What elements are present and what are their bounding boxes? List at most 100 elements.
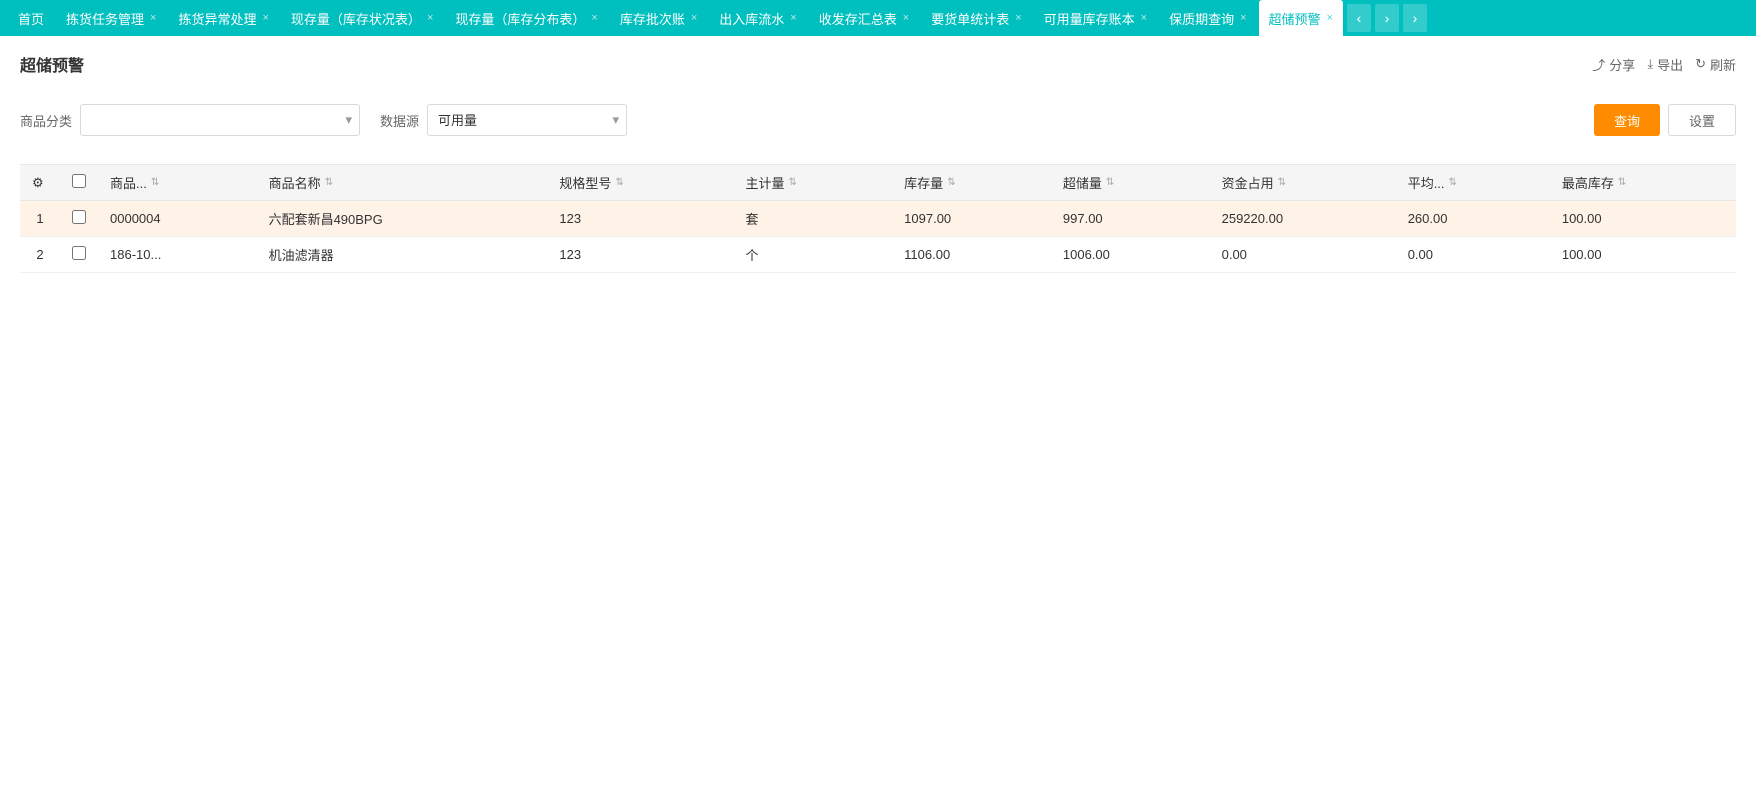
row-checkbox[interactable]: [60, 201, 98, 237]
nav-exception[interactable]: 拣货异常处理 ×: [168, 0, 278, 36]
th-avg[interactable]: 平均... ⇅: [1396, 165, 1550, 201]
refresh-icon: ↻: [1695, 56, 1706, 72]
sort-icon: ⇅: [151, 177, 159, 188]
sort-icon: ⇅: [1278, 177, 1286, 188]
capital: 0.00: [1210, 237, 1396, 273]
nav-summary[interactable]: 收发存汇总表 ×: [809, 0, 919, 36]
datasource-select[interactable]: 可用量 库存量: [427, 104, 627, 136]
nav-close-icon[interactable]: ×: [591, 12, 597, 24]
settings-gear-icon[interactable]: ⚙: [32, 175, 44, 190]
row-checkbox-input[interactable]: [72, 210, 86, 224]
datasource-label: 数据源: [380, 111, 419, 130]
stock: 1097.00: [892, 201, 1051, 237]
sort-icon: ⇅: [947, 177, 955, 188]
unit: 套: [733, 201, 892, 237]
nav-close-icon[interactable]: ×: [427, 12, 433, 24]
export-icon: ⤓: [1647, 56, 1653, 72]
sort-icon: ⇅: [1449, 177, 1457, 188]
filter-bar: 商品分类 数据源 可用量 库存量 查询 设置: [20, 92, 1736, 148]
th-product-code[interactable]: 商品... ⇅: [98, 165, 257, 201]
sort-icon: ⇅: [615, 177, 623, 188]
nav-close-icon[interactable]: ×: [1240, 12, 1246, 24]
nav-close-icon[interactable]: ×: [691, 12, 697, 24]
refresh-button[interactable]: ↻ 刷新: [1695, 55, 1736, 74]
sort-icon: ⇅: [325, 177, 333, 188]
settings-button[interactable]: 设置: [1668, 104, 1736, 136]
nav-home[interactable]: 首页: [8, 0, 54, 36]
max-stock: 100.00: [1550, 237, 1736, 273]
th-stock[interactable]: 库存量 ⇅: [892, 165, 1051, 201]
th-max-stock[interactable]: 最高库存 ⇅: [1550, 165, 1736, 201]
category-filter: 商品分类: [20, 104, 360, 136]
spec: 123: [547, 237, 733, 273]
table-row: 1 0000004六配套新昌490BPG123套1097.00997.002592…: [20, 201, 1736, 237]
th-capital[interactable]: 资金占用 ⇅: [1210, 165, 1396, 201]
nav-overstock[interactable]: 超储预警 ×: [1259, 0, 1343, 36]
nav-inout-flow[interactable]: 出入库流水 ×: [709, 0, 806, 36]
unit: 个: [733, 237, 892, 273]
nav-stock-dist[interactable]: 现存量（库存分布表） ×: [445, 0, 607, 36]
nav-available[interactable]: 可用量库存账本 ×: [1034, 0, 1157, 36]
spec: 123: [547, 201, 733, 237]
top-navigation: 首页 拣货任务管理 × 拣货异常处理 × 现存量（库存状况表） × 现存量（库存…: [0, 0, 1756, 36]
data-table: ⚙ 商品... ⇅ 商品名称 ⇅: [20, 164, 1736, 273]
nav-stock-status[interactable]: 现存量（库存状况表） ×: [281, 0, 443, 36]
datasource-select-wrapper: 可用量 库存量: [427, 104, 627, 136]
nav-close-icon[interactable]: ×: [262, 12, 268, 24]
th-settings[interactable]: ⚙: [20, 165, 60, 201]
category-select-wrapper: [80, 104, 360, 136]
product-name: 机油滤清器: [257, 237, 548, 273]
product-code: 186-10...: [98, 237, 257, 273]
product-name: 六配套新昌490BPG: [257, 201, 548, 237]
category-select[interactable]: [80, 104, 360, 136]
capital: 259220.00: [1210, 201, 1396, 237]
export-button[interactable]: ⤓ 导出: [1647, 55, 1683, 74]
th-spec[interactable]: 规格型号 ⇅: [547, 165, 733, 201]
nav-more-arrow[interactable]: ›: [1403, 4, 1427, 32]
th-checkbox[interactable]: [60, 165, 98, 201]
row-num: 1: [20, 201, 60, 237]
nav-close-icon[interactable]: ×: [150, 12, 156, 24]
nav-close-icon[interactable]: ×: [1141, 12, 1147, 24]
category-label: 商品分类: [20, 111, 72, 130]
stock: 1106.00: [892, 237, 1051, 273]
row-checkbox[interactable]: [60, 237, 98, 273]
avg: 260.00: [1396, 201, 1550, 237]
nav-next-arrow[interactable]: ›: [1375, 4, 1399, 32]
table-header: ⚙ 商品... ⇅ 商品名称 ⇅: [20, 165, 1736, 201]
table-row: 2186-10...机油滤清器123个1106.001006.000.000.0…: [20, 237, 1736, 273]
nav-task-mgmt[interactable]: 拣货任务管理 ×: [56, 0, 166, 36]
overstock: 997.00: [1051, 201, 1210, 237]
nav-prev-arrow[interactable]: ‹: [1347, 4, 1371, 32]
share-button[interactable]: ⤴ 分享: [1592, 55, 1635, 74]
share-icon: ⤴: [1592, 55, 1605, 74]
page-container: 超储预警 ⤴ 分享 ⤓ 导出 ↻ 刷新 商品分类: [0, 36, 1756, 800]
avg: 0.00: [1396, 237, 1550, 273]
nav-close-icon[interactable]: ×: [790, 12, 796, 24]
sort-icon: ⇅: [788, 177, 796, 188]
sort-icon: ⇅: [1618, 177, 1626, 188]
page-header: 超储预警 ⤴ 分享 ⤓ 导出 ↻ 刷新: [20, 52, 1736, 76]
product-code: 0000004: [98, 201, 257, 237]
sort-icon: ⇅: [1106, 177, 1114, 188]
nav-close-icon[interactable]: ×: [903, 12, 909, 24]
overstock: 1006.00: [1051, 237, 1210, 273]
th-unit[interactable]: 主计量 ⇅: [733, 165, 892, 201]
nav-expiry[interactable]: 保质期查询 ×: [1159, 0, 1256, 36]
datasource-filter: 数据源 可用量 库存量: [380, 104, 627, 136]
query-button[interactable]: 查询: [1594, 104, 1660, 136]
header-actions: ⤴ 分享 ⤓ 导出 ↻ 刷新: [1592, 55, 1736, 74]
max-stock: 100.00: [1550, 201, 1736, 237]
nav-batch[interactable]: 库存批次账 ×: [610, 0, 707, 36]
nav-order-stats[interactable]: 要货单统计表 ×: [921, 0, 1031, 36]
th-overstock[interactable]: 超储量 ⇅: [1051, 165, 1210, 201]
select-all-checkbox[interactable]: [72, 174, 86, 188]
row-checkbox-input[interactable]: [72, 246, 86, 260]
nav-close-icon[interactable]: ×: [1015, 12, 1021, 24]
filter-right-actions: 查询 设置: [1594, 104, 1736, 136]
page-title: 超储预警: [20, 52, 84, 76]
th-product-name[interactable]: 商品名称 ⇅: [257, 165, 548, 201]
row-num: 2: [20, 237, 60, 273]
table-body: 1 0000004六配套新昌490BPG123套1097.00997.002592…: [20, 201, 1736, 273]
nav-close-icon[interactable]: ×: [1327, 12, 1333, 24]
